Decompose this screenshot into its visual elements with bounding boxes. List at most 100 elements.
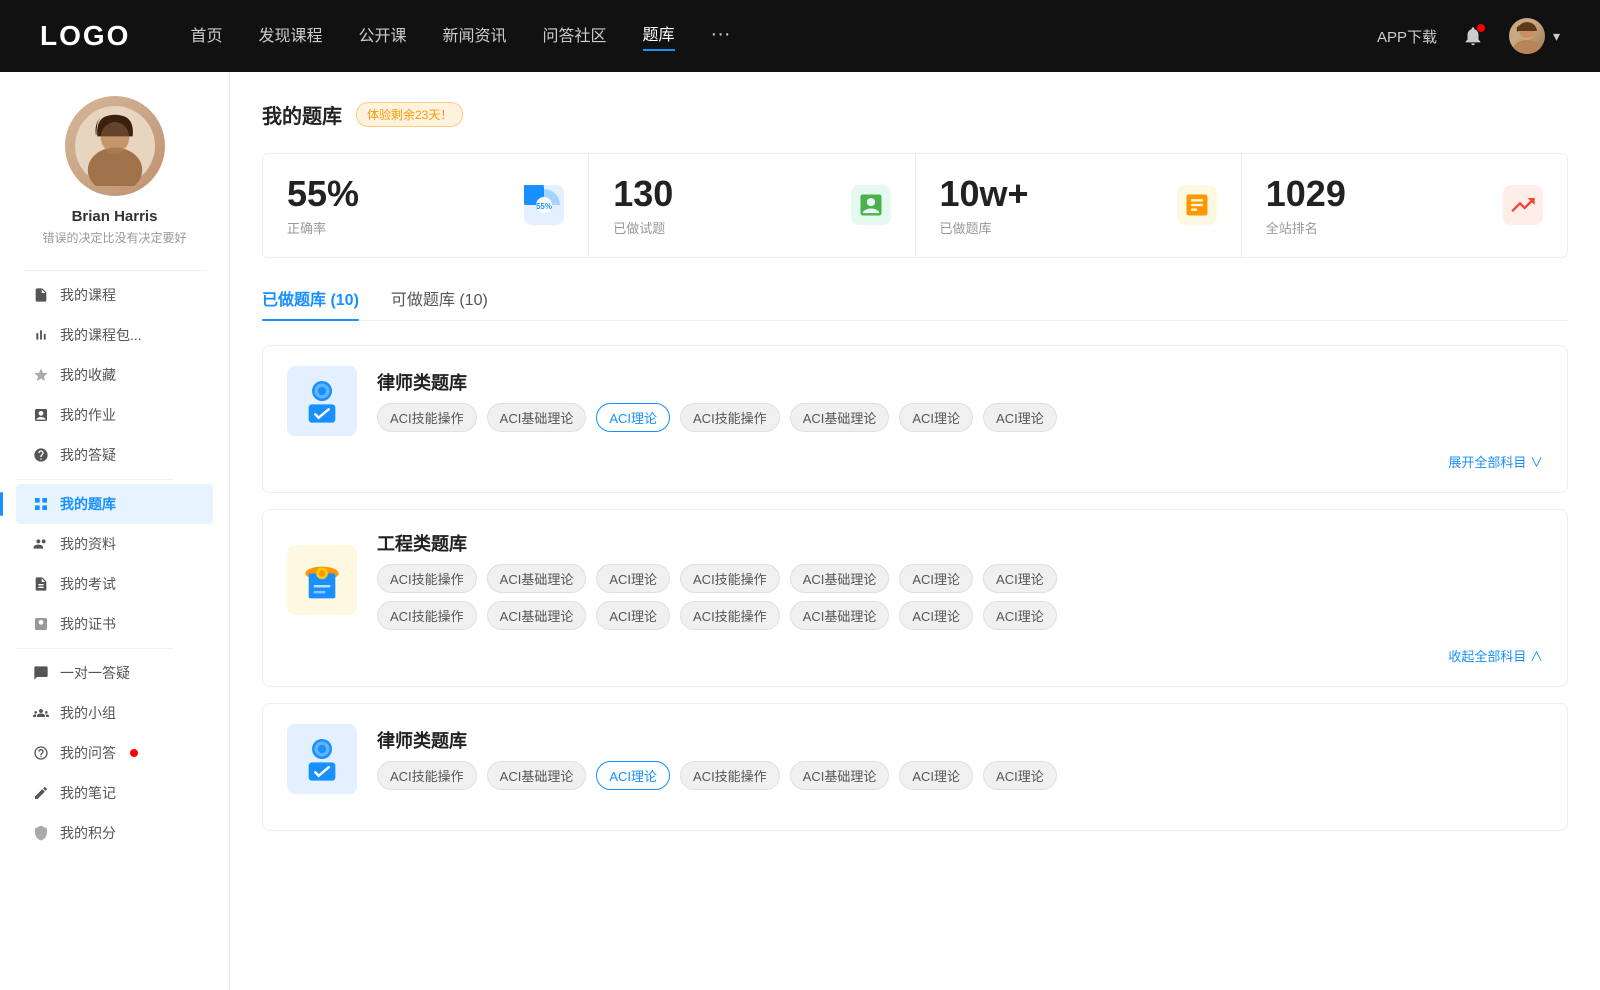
tabs-row: 已做题库 (10) 可做题库 (10) [262, 286, 1568, 321]
question-circle-icon [32, 446, 50, 464]
bank-name-1: 律师类题库 [377, 369, 1057, 395]
sidebar-item-profile[interactable]: 我的资料 [16, 524, 213, 564]
nav-open-course[interactable]: 公开课 [358, 22, 406, 50]
sidebar-item-homework[interactable]: 我的作业 [16, 395, 213, 435]
sidebar-label-certificates: 我的证书 [60, 614, 116, 634]
tag-2-ex-4[interactable]: ACI基础理论 [790, 601, 890, 630]
tag-2-ex-6[interactable]: ACI理论 [983, 601, 1057, 630]
avatar-chevron: ▾ [1553, 28, 1560, 45]
main-content: 我的题库 体验剩余23天！ 55% 正确率 55% [230, 72, 1600, 990]
tag-2-0[interactable]: ACI技能操作 [377, 564, 477, 593]
group-icon [32, 704, 50, 722]
tag-3-3[interactable]: ACI技能操作 [680, 761, 780, 790]
sidebar-item-exams[interactable]: 我的考试 [16, 564, 213, 604]
tag-2-6[interactable]: ACI理论 [983, 564, 1057, 593]
tag-3-5[interactable]: ACI理论 [899, 761, 973, 790]
nav-news[interactable]: 新闻资讯 [443, 22, 507, 50]
file-icon [32, 286, 50, 304]
stat-done-questions: 130 已做试题 [589, 154, 915, 257]
accuracy-pie-icon: 55% [524, 185, 564, 225]
bank-name-3: 律师类题库 [377, 727, 1057, 753]
file-text-icon [32, 575, 50, 593]
homework-icon [32, 406, 50, 424]
nav-question-bank[interactable]: 题库 [643, 21, 675, 51]
collapse-link-2[interactable]: 收起全部科目 ∧ [1448, 649, 1543, 664]
bank-card-lawyer-2: 律师类题库 ACI技能操作 ACI基础理论 ACI理论 ACI技能操作 ACI基… [262, 703, 1568, 831]
bank-footer-2: 收起全部科目 ∧ [287, 646, 1543, 666]
stat-done-questions-text: 130 已做试题 [613, 174, 834, 237]
stat-done-banks-label: 已做题库 [940, 218, 1161, 237]
tag-2-ex-3[interactable]: ACI技能操作 [680, 601, 780, 630]
tag-2-2[interactable]: ACI理论 [596, 564, 670, 593]
page-layout: Brian Harris 错误的决定比没有决定要好 我的课程 我的课程包... [0, 72, 1600, 990]
sidebar-label-exams: 我的考试 [60, 574, 116, 594]
sidebar-label-homework: 我的作业 [60, 405, 116, 425]
expand-link-1[interactable]: 展开全部科目 ∨ [1448, 455, 1543, 470]
sidebar-item-certificates[interactable]: 我的证书 [16, 604, 213, 644]
tag-2-3[interactable]: ACI技能操作 [680, 564, 780, 593]
tag-1-0[interactable]: ACI技能操作 [377, 403, 477, 432]
tag-2-4[interactable]: ACI基础理论 [790, 564, 890, 593]
sidebar-item-one-on-one[interactable]: 一对一答疑 [16, 653, 213, 693]
tag-1-2[interactable]: ACI理论 [596, 403, 670, 432]
stat-done-banks-value: 10w+ [940, 174, 1161, 214]
stat-site-rank: 1029 全站排名 [1242, 154, 1567, 257]
sidebar-item-groups[interactable]: 我的小组 [16, 693, 213, 733]
sidebar-item-qa[interactable]: 我的答疑 [16, 435, 213, 475]
tag-2-1[interactable]: ACI基础理论 [487, 564, 587, 593]
tag-2-ex-1[interactable]: ACI基础理论 [487, 601, 587, 630]
tag-1-5[interactable]: ACI理论 [899, 403, 973, 432]
stat-done-questions-label: 已做试题 [613, 218, 834, 237]
sidebar-label-one-on-one: 一对一答疑 [60, 663, 130, 683]
sidebar-label-notes: 我的笔记 [60, 783, 116, 803]
sidebar-item-my-courses[interactable]: 我的课程 [16, 275, 213, 315]
bank-card-lawyer-1: 律师类题库 ACI技能操作 ACI基础理论 ACI理论 ACI技能操作 ACI基… [262, 345, 1568, 493]
sidebar-label-points: 我的积分 [60, 823, 116, 843]
tag-3-1[interactable]: ACI基础理论 [487, 761, 587, 790]
header-avatar [1509, 18, 1545, 54]
sidebar-label-qa: 我的答疑 [60, 445, 116, 465]
tag-1-4[interactable]: ACI基础理论 [790, 403, 890, 432]
sidebar-label-groups: 我的小组 [60, 703, 116, 723]
tag-3-0[interactable]: ACI技能操作 [377, 761, 477, 790]
user-avatar-header[interactable]: ▾ [1509, 18, 1560, 54]
nav-more[interactable]: ··· [711, 23, 731, 50]
nav-discover[interactable]: 发现课程 [258, 22, 322, 50]
stat-accuracy-value: 55% [287, 174, 508, 214]
sidebar-item-notes[interactable]: 我的笔记 [16, 773, 213, 813]
tag-1-1[interactable]: ACI基础理论 [487, 403, 587, 432]
sidebar-item-my-course-packages[interactable]: 我的课程包... [16, 315, 213, 355]
svg-text:55%: 55% [536, 202, 552, 211]
sidebar-item-my-qa[interactable]: 我的问答 [16, 733, 213, 773]
lawyer-bank-icon-2 [287, 724, 357, 794]
sidebar-divider-1 [23, 270, 206, 271]
tag-3-2[interactable]: ACI理论 [596, 761, 670, 790]
sidebar-menu: 我的课程 我的课程包... 我的收藏 我的作业 [0, 275, 229, 853]
site-rank-icon [1503, 185, 1543, 225]
pencil-icon [32, 784, 50, 802]
sidebar-item-question-bank[interactable]: 我的题库 [16, 484, 213, 524]
tab-available-banks[interactable]: 可做题库 (10) [391, 286, 488, 320]
bar-chart-icon [32, 326, 50, 344]
bank-card-engineer: 工程类题库 ACI技能操作 ACI基础理论 ACI理论 ACI技能操作 ACI基… [262, 509, 1568, 687]
tag-3-6[interactable]: ACI理论 [983, 761, 1057, 790]
tag-1-6[interactable]: ACI理论 [983, 403, 1057, 432]
tag-2-5[interactable]: ACI理论 [899, 564, 973, 593]
tab-done-banks[interactable]: 已做题库 (10) [262, 286, 359, 320]
stat-accuracy-label: 正确率 [287, 218, 508, 237]
tag-3-4[interactable]: ACI基础理论 [790, 761, 890, 790]
tag-2-ex-5[interactable]: ACI理论 [899, 601, 973, 630]
sidebar-item-points[interactable]: 我的积分 [16, 813, 213, 853]
tag-1-3[interactable]: ACI技能操作 [680, 403, 780, 432]
page-title: 我的题库 [262, 100, 342, 129]
stat-site-rank-value: 1029 [1266, 174, 1487, 214]
tag-2-ex-2[interactable]: ACI理论 [596, 601, 670, 630]
tag-2-ex-0[interactable]: ACI技能操作 [377, 601, 477, 630]
app-download-link[interactable]: APP下载 [1377, 26, 1437, 47]
notification-bell[interactable] [1457, 20, 1489, 52]
stat-accuracy: 55% 正确率 55% [263, 154, 589, 257]
sidebar-item-favorites[interactable]: 我的收藏 [16, 355, 213, 395]
nav-qa[interactable]: 问答社区 [543, 22, 607, 50]
sidebar-label-my-courses: 我的课程 [60, 285, 116, 305]
nav-home[interactable]: 首页 [190, 22, 222, 50]
